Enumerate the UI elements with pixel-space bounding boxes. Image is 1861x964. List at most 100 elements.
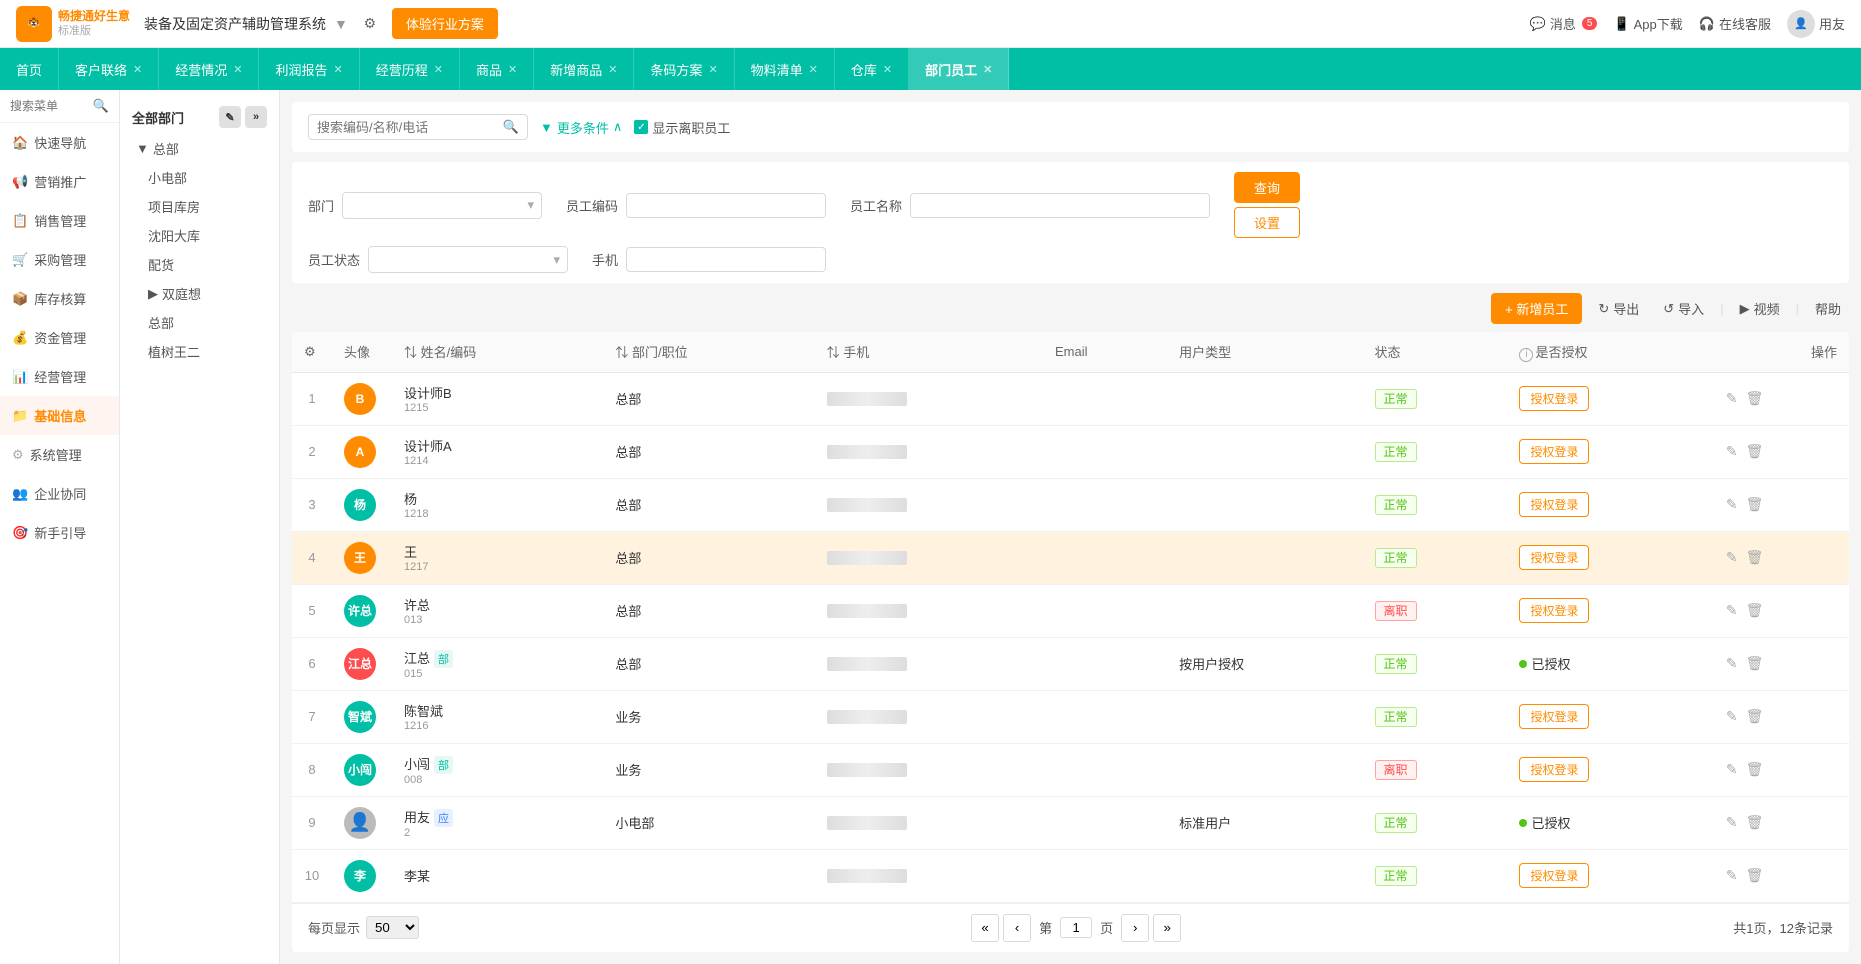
last-page-button[interactable]: »	[1153, 914, 1181, 942]
auth-button[interactable]: 授权登录	[1519, 704, 1589, 729]
page-number-input[interactable]	[1060, 917, 1092, 938]
dept-node-zhishu[interactable]: 植树王二	[120, 337, 279, 366]
query-button[interactable]: 查询	[1234, 172, 1300, 203]
sidebar-item-system[interactable]: ⚙ 系统管理	[0, 435, 119, 474]
status-select[interactable]	[368, 246, 568, 273]
delete-icon[interactable]: 🗑	[1746, 549, 1764, 566]
edit-icon[interactable]: ✎	[1726, 867, 1738, 884]
nav-item-home[interactable]: 首页	[0, 48, 59, 90]
nav-item-profit[interactable]: 利润报告 ✕	[259, 48, 359, 90]
help-button[interactable]: 帮助	[1807, 294, 1849, 323]
app-download-btn[interactable]: 📱 App下载	[1613, 14, 1682, 33]
import-button[interactable]: ↺ 导入	[1655, 294, 1712, 323]
export-button[interactable]: ↻ 导出	[1590, 294, 1647, 323]
view-button[interactable]: ▶ 视频	[1732, 294, 1788, 323]
col-name[interactable]: ⇅ 姓名/编码	[392, 332, 603, 372]
sidebar-item-finance[interactable]: 💰 资金管理	[0, 318, 119, 357]
info-icon[interactable]: i	[1519, 348, 1533, 362]
close-icon[interactable]: ✕	[133, 63, 142, 76]
col-settings[interactable]: ⚙	[292, 332, 332, 372]
delete-icon[interactable]: 🗑	[1746, 814, 1764, 831]
edit-icon[interactable]: ✎	[1726, 496, 1738, 513]
employee-name-input[interactable]	[910, 193, 1210, 218]
dept-node-shenyang[interactable]: 沈阳大库	[120, 221, 279, 250]
set-button[interactable]: 设置	[1234, 207, 1300, 238]
sidebar-item-purchase[interactable]: 🛒 采购管理	[0, 240, 119, 279]
more-conditions-btn[interactable]: ▼ 更多条件 ∧	[540, 118, 622, 137]
close-icon[interactable]: ✕	[334, 63, 343, 76]
edit-icon[interactable]: ✎	[1726, 443, 1738, 460]
nav-item-bom[interactable]: 物料清单 ✕	[735, 48, 835, 90]
edit-icon[interactable]: ✎	[1726, 549, 1738, 566]
sidebar-item-quick-nav[interactable]: 🏠 快速导航	[0, 123, 119, 162]
prev-page-button[interactable]: ‹	[1003, 914, 1031, 942]
close-icon[interactable]: ✕	[809, 63, 818, 76]
nav-item-barcode[interactable]: 条码方案 ✕	[634, 48, 734, 90]
trial-button[interactable]: 体验行业方案	[392, 8, 498, 39]
delete-icon[interactable]: 🗑	[1746, 602, 1764, 619]
close-icon[interactable]: ✕	[233, 63, 242, 76]
dropdown-arrow-icon[interactable]: ▼	[334, 16, 348, 32]
delete-icon[interactable]: 🗑	[1746, 443, 1764, 460]
nav-item-new-goods[interactable]: 新增商品 ✕	[534, 48, 634, 90]
auth-button[interactable]: 授权登录	[1519, 757, 1589, 782]
employee-search-input[interactable]	[317, 120, 499, 135]
close-icon[interactable]: ✕	[508, 63, 517, 76]
sidebar-item-basic-info[interactable]: 📁 基础信息	[0, 396, 119, 435]
close-icon[interactable]: ✕	[608, 63, 617, 76]
nav-item-customers[interactable]: 客户联络 ✕	[59, 48, 159, 90]
sidebar-item-business[interactable]: 📊 经营管理	[0, 357, 119, 396]
dept-collapse-icon[interactable]: »	[245, 106, 267, 128]
sidebar-item-cooperation[interactable]: 👥 企业协同	[0, 474, 119, 513]
dept-node-project-warehouse[interactable]: 项目库房	[120, 192, 279, 221]
next-page-button[interactable]: ›	[1121, 914, 1149, 942]
delete-icon[interactable]: 🗑	[1746, 655, 1764, 672]
sidebar-search-input[interactable]	[10, 99, 89, 113]
close-icon[interactable]: ✕	[708, 63, 717, 76]
close-icon[interactable]: ✕	[434, 63, 443, 76]
sidebar-item-marketing[interactable]: 📢 营销推广	[0, 162, 119, 201]
edit-icon[interactable]: ✎	[1726, 655, 1738, 672]
edit-icon[interactable]: ✎	[1726, 390, 1738, 407]
sidebar-item-sales[interactable]: 📋 销售管理	[0, 201, 119, 240]
message-btn[interactable]: 💬 消息 5	[1530, 14, 1598, 33]
settings-icon[interactable]: ⚙	[356, 10, 384, 38]
show-inactive-toggle[interactable]: 显示离职员工	[634, 118, 730, 137]
dept-node-zongbu[interactable]: 总部	[120, 308, 279, 337]
nav-item-employees[interactable]: 部门员工 ✕	[909, 48, 1009, 90]
auth-button[interactable]: 授权登录	[1519, 863, 1589, 888]
delete-icon[interactable]: 🗑	[1746, 390, 1764, 407]
per-page-select[interactable]: 50 20 100	[366, 916, 419, 939]
nav-item-goods[interactable]: 商品 ✕	[460, 48, 534, 90]
online-support-btn[interactable]: 🎧 在线客服	[1699, 14, 1771, 33]
edit-icon[interactable]: ✎	[1726, 761, 1738, 778]
dept-node-root[interactable]: ▼ 总部	[120, 134, 279, 163]
dept-node-distribution[interactable]: 配货	[120, 250, 279, 279]
edit-icon[interactable]: ✎	[1726, 814, 1738, 831]
edit-icon[interactable]: ✎	[1726, 602, 1738, 619]
col-phone[interactable]: ⇅ 手机	[815, 332, 1043, 372]
nav-item-warehouse[interactable]: 仓库 ✕	[835, 48, 909, 90]
auth-button[interactable]: 授权登录	[1519, 386, 1589, 411]
nav-item-history[interactable]: 经营历程 ✕	[360, 48, 460, 90]
sidebar-item-guide[interactable]: 🎯 新手引导	[0, 513, 119, 552]
first-page-button[interactable]: «	[971, 914, 999, 942]
auth-button[interactable]: 授权登录	[1519, 598, 1589, 623]
show-inactive-checkbox[interactable]	[634, 120, 648, 134]
dept-select[interactable]	[342, 192, 542, 219]
col-dept[interactable]: ⇅ 部门/职位	[603, 332, 814, 372]
delete-icon[interactable]: 🗑	[1746, 496, 1764, 513]
nav-item-operations[interactable]: 经营情况 ✕	[159, 48, 259, 90]
delete-icon[interactable]: 🗑	[1746, 708, 1764, 725]
close-icon[interactable]: ✕	[883, 63, 892, 76]
delete-icon[interactable]: 🗑	[1746, 867, 1764, 884]
dept-node-small-elec[interactable]: 小电部	[120, 163, 279, 192]
auth-button[interactable]: 授权登录	[1519, 492, 1589, 517]
auth-button[interactable]: 授权登录	[1519, 545, 1589, 570]
phone-input[interactable]	[626, 247, 826, 272]
delete-icon[interactable]: 🗑	[1746, 761, 1764, 778]
add-employee-button[interactable]: + 新增员工	[1491, 293, 1582, 324]
user-avatar[interactable]: 👤 用友	[1787, 10, 1845, 38]
dept-edit-icon[interactable]: ✎	[219, 106, 241, 128]
employee-code-input[interactable]	[626, 193, 826, 218]
